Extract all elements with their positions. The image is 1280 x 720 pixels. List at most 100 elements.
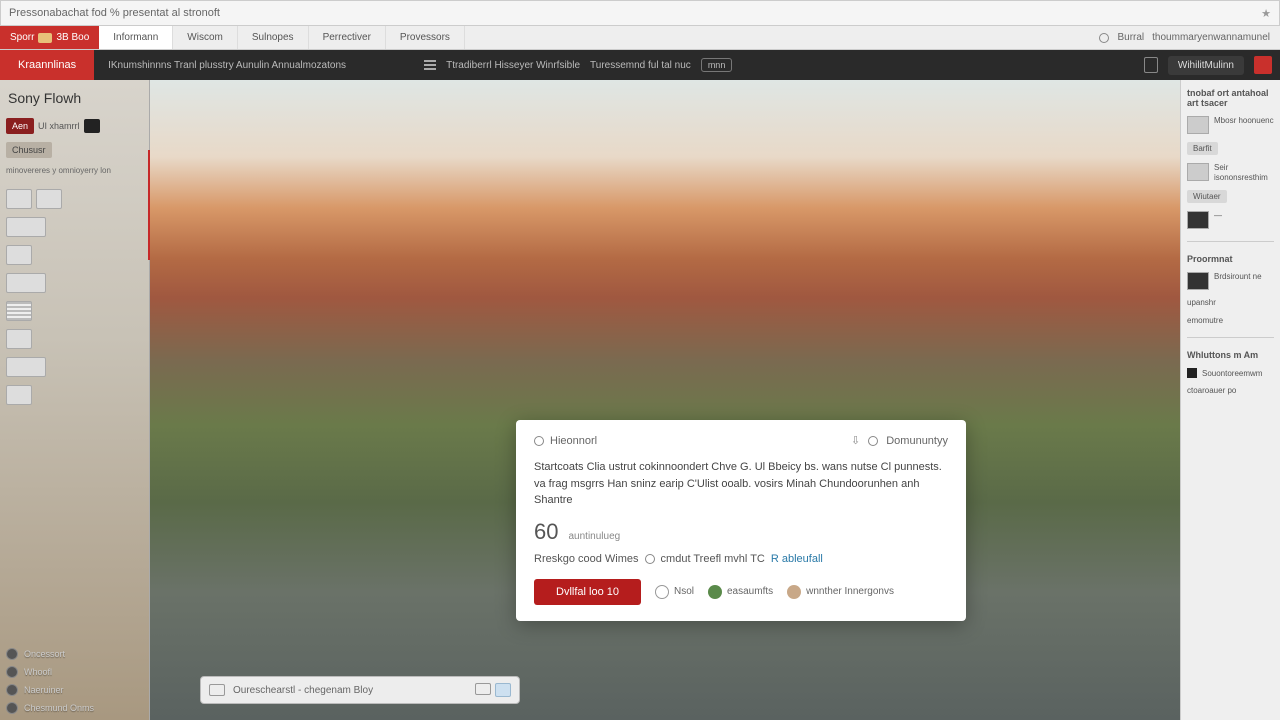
sb-bottom-item[interactable]: Oncessort: [6, 648, 143, 660]
bookmark-star-icon[interactable]: ★: [1261, 7, 1271, 20]
rp-button[interactable]: Wiutaer: [1187, 190, 1227, 203]
tab-0[interactable]: Informann: [99, 26, 173, 49]
popup-share-label[interactable]: Domununtyy: [886, 435, 948, 447]
tag-icon[interactable]: [868, 436, 878, 446]
sidebar-thumbnails: [6, 189, 143, 405]
right-pill[interactable]: WihilitMulinn: [1168, 56, 1244, 75]
rp-item[interactable]: Seir isononsresthim: [1187, 163, 1274, 182]
center-badge[interactable]: mnn: [701, 58, 733, 72]
popup-stat: 60 auntinulueg: [534, 519, 948, 545]
divider: [1187, 337, 1274, 338]
brand-badge[interactable]: Sporr 3B Boo: [0, 26, 99, 49]
brand-label: Sporr: [10, 32, 34, 43]
sidebar-title: Sony Flowh: [6, 86, 143, 110]
popup-count: 60: [534, 519, 558, 545]
document-icon[interactable]: [1144, 57, 1158, 73]
divider: [1187, 241, 1274, 242]
popup-location: Hieonnorl: [550, 435, 597, 447]
popup-primary-button[interactable]: Dvllfal loo 10: [534, 579, 641, 605]
thumb[interactable]: [6, 301, 32, 321]
sidebar-chip-text: UI xhamrrl: [38, 121, 80, 131]
dot-icon: [6, 648, 18, 660]
avatar-icon: [787, 585, 801, 599]
sb-bottom-item[interactable]: Naeruiner: [6, 684, 143, 696]
rp-line[interactable]: ctoaroauer po: [1187, 386, 1274, 396]
left-sidebar: Sony Flowh Aen UI xhamrrl Chususr minove…: [0, 80, 150, 720]
popup-action-3[interactable]: wnnther Innergonvs: [787, 585, 894, 599]
top-user-area: Burral thoummaryenwannamunel: [1089, 26, 1280, 49]
rp-row[interactable]: Souontoreemwm: [1187, 368, 1274, 378]
sidebar-chip-row: Aen UI xhamrrl: [6, 118, 143, 134]
brand-icon: [38, 33, 52, 43]
popup-meta: Rreskgo cood Wimes cmdut Treefl mvhl TC …: [534, 553, 948, 565]
popup-meta-link[interactable]: R ableufall: [771, 553, 823, 565]
popup-action-1[interactable]: Nsol: [655, 585, 694, 599]
rp-line[interactable]: upanshr: [1187, 298, 1274, 308]
sb-bottom-item[interactable]: Chesmund Onms: [6, 702, 143, 714]
pin-icon[interactable]: [534, 436, 544, 446]
tray-chip-icon[interactable]: [495, 683, 511, 697]
breadcrumb[interactable]: IKnumshinnns Tranl plusstry Aunulin Annu…: [94, 60, 414, 71]
leaf-icon: [708, 585, 722, 599]
main-layout: Sony Flowh Aen UI xhamrrl Chususr minove…: [0, 80, 1280, 720]
rp-section: Whluttons m Am: [1187, 350, 1274, 360]
alert-icon[interactable]: [1254, 56, 1272, 74]
dot-icon: [6, 684, 18, 696]
thumb[interactable]: [6, 245, 32, 265]
thumb[interactable]: [6, 329, 32, 349]
popup-meta-a: Rreskgo cood Wimes: [534, 553, 639, 565]
user-label[interactable]: Burral: [1117, 32, 1144, 43]
sidebar-desc: minovereres y omnioyerry lon: [6, 166, 143, 175]
dot-icon: [6, 666, 18, 678]
thumb-icon: [1187, 163, 1209, 181]
disk-icon: [209, 684, 225, 696]
info-popup: Hieonnorl ⇩ Domununtyy Startcoats Clia u…: [516, 420, 966, 621]
thumb[interactable]: [6, 357, 46, 377]
thumb[interactable]: [6, 217, 46, 237]
rp-item[interactable]: —: [1187, 211, 1274, 229]
tab-2[interactable]: Sulnopes: [238, 26, 309, 49]
sidebar-bottom: Oncessort Whoofl Naeruiner Chesmund Onms: [6, 648, 143, 714]
thumb[interactable]: [36, 189, 62, 209]
rp-item[interactable]: Brdsirount ne: [1187, 272, 1274, 290]
thumb[interactable]: [6, 189, 32, 209]
download-icon[interactable]: ⇩: [851, 434, 860, 447]
center-nav-b[interactable]: Turessemnd ful tal nuc: [590, 60, 691, 71]
sidebar-chip[interactable]: Aen: [6, 118, 34, 134]
thumb-icon: [1187, 211, 1209, 229]
brand-number: 3B Boo: [56, 32, 89, 43]
globe-icon: [645, 554, 655, 564]
tab-4[interactable]: Provessors: [386, 26, 465, 49]
image-canvas[interactable]: Hieonnorl ⇩ Domununtyy Startcoats Clia u…: [150, 80, 1180, 720]
tray-icon[interactable]: [475, 683, 491, 695]
refresh-icon: [655, 585, 669, 599]
primary-menu-button[interactable]: Kraannlinas: [0, 50, 94, 80]
sb-bottom-item[interactable]: Whoofl: [6, 666, 143, 678]
rp-button[interactable]: Barfit: [1187, 142, 1218, 155]
address-bar: ★: [0, 0, 1280, 26]
right-panel: tnobaf ort antahoal art tsacer Mbosr hoo…: [1180, 80, 1280, 720]
url-input[interactable]: [9, 7, 1261, 19]
sidebar-dark-icon[interactable]: [84, 119, 100, 133]
thumb-icon: [1187, 116, 1209, 134]
popup-action-2[interactable]: easaumfts: [708, 585, 773, 599]
thumb[interactable]: [6, 385, 32, 405]
sidebar-sub[interactable]: Chususr: [6, 142, 52, 158]
thumb[interactable]: [6, 273, 46, 293]
x-icon: [1187, 368, 1197, 378]
tab-3[interactable]: Perrectiver: [309, 26, 386, 49]
dot-icon: [6, 702, 18, 714]
hamburger-icon[interactable]: [424, 60, 436, 70]
tab-1[interactable]: Wiscom: [173, 26, 238, 49]
dark-nav-right: WihilitMulinn: [1136, 56, 1280, 75]
bottom-taskbar[interactable]: Oureschearstl - chegenam Bloy: [200, 676, 520, 704]
popup-header: Hieonnorl ⇩ Domununtyy: [534, 434, 948, 447]
thumb-icon: [1187, 272, 1209, 290]
center-nav-a[interactable]: Ttradiberrl Hisseyer Winrfsible: [446, 60, 580, 71]
user-meta: thoummaryenwannamunel: [1152, 32, 1270, 43]
rp-line[interactable]: emomutre: [1187, 316, 1274, 326]
popup-count-label: auntinulueg: [568, 531, 620, 542]
rp-item[interactable]: Mbosr hoonuenc: [1187, 116, 1274, 134]
user-icon[interactable]: [1099, 33, 1109, 43]
popup-meta-b: cmdut Treefl mvhl TC: [661, 553, 765, 565]
